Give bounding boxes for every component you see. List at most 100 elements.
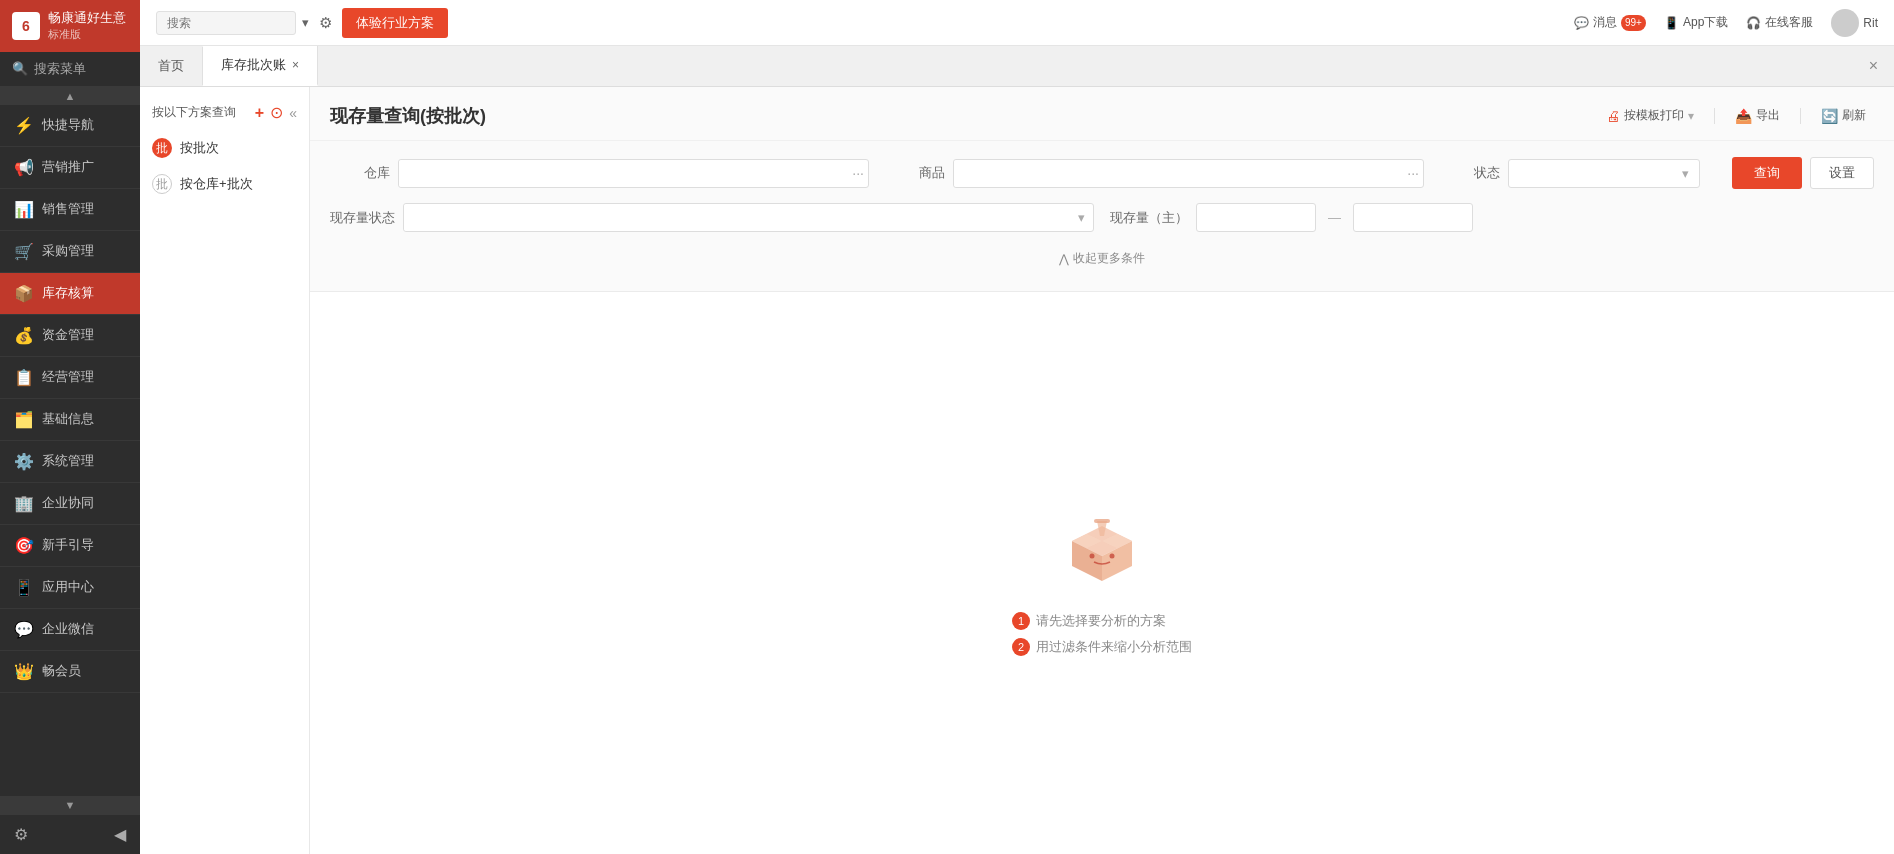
sidebar-item-purchase[interactable]: 🛒 采购管理 [0,231,140,273]
collapse-label: 收起更多条件 [1073,250,1145,267]
stock-qty-field: 现存量（主） — [1110,203,1874,232]
tip-text-1: 请先选择要分析的方案 [1036,608,1166,634]
filter-scheme-by-batch[interactable]: 批 按批次 [140,130,309,166]
nav-icon-quick-nav: ⚡ [14,116,34,135]
online-service-btn[interactable]: 🎧 在线客服 [1746,14,1813,31]
warehouse-dots[interactable]: ··· [848,165,868,181]
service-icon: 🎧 [1746,16,1761,30]
filter-actions-right: 查询 设置 [1732,157,1874,189]
add-scheme-icon[interactable]: + [255,104,264,122]
trial-btn[interactable]: 体验行业方案 [342,8,448,38]
app-download-btn[interactable]: 📱 App下载 [1664,14,1728,31]
warehouse-input[interactable] [399,160,848,187]
settings-icon[interactable]: ⚙ [14,825,28,844]
warehouse-field: 仓库 ··· [330,159,869,188]
topbar-search-input[interactable] [156,11,296,35]
tabs-bar-close[interactable]: × [1853,49,1894,83]
filter-scheme-by-warehouse-batch[interactable]: 批 按仓库+批次 [140,166,309,202]
status-select[interactable]: ▾ [1508,159,1700,188]
collapse-up-icon: ⋀ [1059,252,1069,266]
topbar-search-area: ▾ [156,11,309,35]
content-area: 现存量查询(按批次) 🖨 按模板打印 ▾ 📤 导出 🔄 [310,87,1894,854]
page-title-bar: 现存量查询(按批次) 🖨 按模板打印 ▾ 📤 导出 🔄 [310,87,1894,141]
sidebar-item-member[interactable]: 👑 畅会员 [0,651,140,693]
stock-status-select[interactable]: ▾ [403,203,1094,232]
nav-label-enterprise: 企业协同 [42,494,94,512]
filter-row-2: 现存量状态 ▾ 现存量（主） — [330,203,1874,232]
refresh-icon: 🔄 [1821,108,1838,124]
sidebar-item-enterprise[interactable]: 🏢 企业协同 [0,483,140,525]
query-btn[interactable]: 查询 [1732,157,1802,189]
print-template-btn[interactable]: 🖨 按模板打印 ▾ [1598,103,1702,128]
product-input[interactable] [954,160,1403,187]
sidebar-scroll-up[interactable]: ▲ [0,87,140,105]
tab-close-inventory-batch[interactable]: × [292,58,299,72]
sidebar-scroll-down[interactable]: ▼ [0,796,140,814]
status-dropdown-icon: ▾ [1682,166,1689,181]
warehouse-label: 仓库 [330,164,390,182]
page-title: 现存量查询(按批次) [330,104,486,128]
scheme-label-by-batch: 按批次 [180,139,219,157]
tab-label-inventory-batch: 库存批次账 [221,56,286,74]
nav-icon-basic: 🗂️ [14,410,34,429]
topbar-dropdown-icon[interactable]: ▾ [302,15,309,30]
stock-qty-dash: — [1324,210,1345,225]
sidebar-item-wechat[interactable]: 💬 企业微信 [0,609,140,651]
stock-qty-max[interactable] [1353,203,1473,232]
topbar-actions: 💬 消息 99+ 📱 App下载 🎧 在线客服 Rit [1574,9,1878,37]
nav-icon-enterprise: 🏢 [14,494,34,513]
settings-btn[interactable]: 设置 [1810,157,1874,189]
topbar-gear-icon[interactable]: ⚙ [319,14,332,32]
sidebar-item-marketing[interactable]: 📢 营销推广 [0,147,140,189]
status-field: 状态 ▾ [1440,159,1700,188]
action-divider-1 [1714,108,1715,124]
collapse-panel-icon[interactable]: « [289,105,297,121]
sidebar-item-sales[interactable]: 📊 销售管理 [0,189,140,231]
tab-label-home: 首页 [158,57,184,75]
filter-panel: 按以下方案查询 + ⊙ « 批 按批次 批 按仓库+批次 [140,87,310,854]
empty-tip-2: 2 用过滤条件来缩小分析范围 [1012,634,1192,660]
tip-num-2: 2 [1012,638,1030,656]
action-divider-2 [1800,108,1801,124]
tab-inventory-batch[interactable]: 库存批次账 × [203,46,318,86]
sidebar-item-newbie[interactable]: 🎯 新手引导 [0,525,140,567]
export-label: 导出 [1756,107,1780,124]
status-label: 状态 [1440,164,1500,182]
user-area[interactable]: Rit [1831,9,1878,37]
avatar [1831,9,1859,37]
sidebar-nav: ⚡ 快捷导航 📢 营销推广 📊 销售管理 🛒 采购管理 📦 库存核算 💰 资金管… [0,105,140,796]
sidebar-item-system[interactable]: ⚙️ 系统管理 [0,441,140,483]
messages-btn[interactable]: 💬 消息 99+ [1574,14,1646,31]
app-download-icon: 📱 [1664,16,1679,30]
sidebar: 6 畅康通好生意 标准版 🔍 搜索菜单 ▲ ⚡ 快捷导航 📢 营销推广 📊 销售… [0,0,140,854]
svg-point-6 [1110,554,1115,559]
topbar: ▾ ⚙ 体验行业方案 💬 消息 99+ 📱 App下载 🎧 在线客服 Rit [140,0,1894,46]
export-btn[interactable]: 📤 导出 [1727,103,1788,128]
filter-panel-header: 按以下方案查询 + ⊙ « [140,99,309,130]
print-icon: 🖨 [1606,108,1620,124]
refresh-btn[interactable]: 🔄 刷新 [1813,103,1874,128]
tab-home[interactable]: 首页 [140,47,203,85]
sidebar-item-inventory[interactable]: 📦 库存核算 [0,273,140,315]
nav-icon-marketing: 📢 [14,158,34,177]
sidebar-item-operations[interactable]: 📋 经营管理 [0,357,140,399]
refresh-label: 刷新 [1842,107,1866,124]
collapse-sidebar-icon[interactable]: ◀ [114,825,126,844]
print-dropdown-icon[interactable]: ▾ [1688,109,1694,123]
product-input-group: ··· [953,159,1424,188]
stock-status-input[interactable] [404,204,1070,231]
stock-qty-min[interactable] [1196,203,1316,232]
settings-scheme-icon[interactable]: ⊙ [270,103,283,122]
warehouse-input-group: ··· [398,159,869,188]
scheme-icon-by-warehouse-batch: 批 [152,174,172,194]
sidebar-item-finance[interactable]: 💰 资金管理 [0,315,140,357]
product-dots[interactable]: ··· [1403,165,1423,181]
sidebar-item-apps[interactable]: 📱 应用中心 [0,567,140,609]
collapse-conditions[interactable]: ⋀ 收起更多条件 [330,246,1874,275]
nav-label-apps: 应用中心 [42,578,94,596]
export-icon: 📤 [1735,108,1752,124]
nav-label-inventory: 库存核算 [42,284,94,302]
search-menu[interactable]: 🔍 搜索菜单 [0,52,140,87]
sidebar-item-basic[interactable]: 🗂️ 基础信息 [0,399,140,441]
sidebar-item-quick-nav[interactable]: ⚡ 快捷导航 [0,105,140,147]
